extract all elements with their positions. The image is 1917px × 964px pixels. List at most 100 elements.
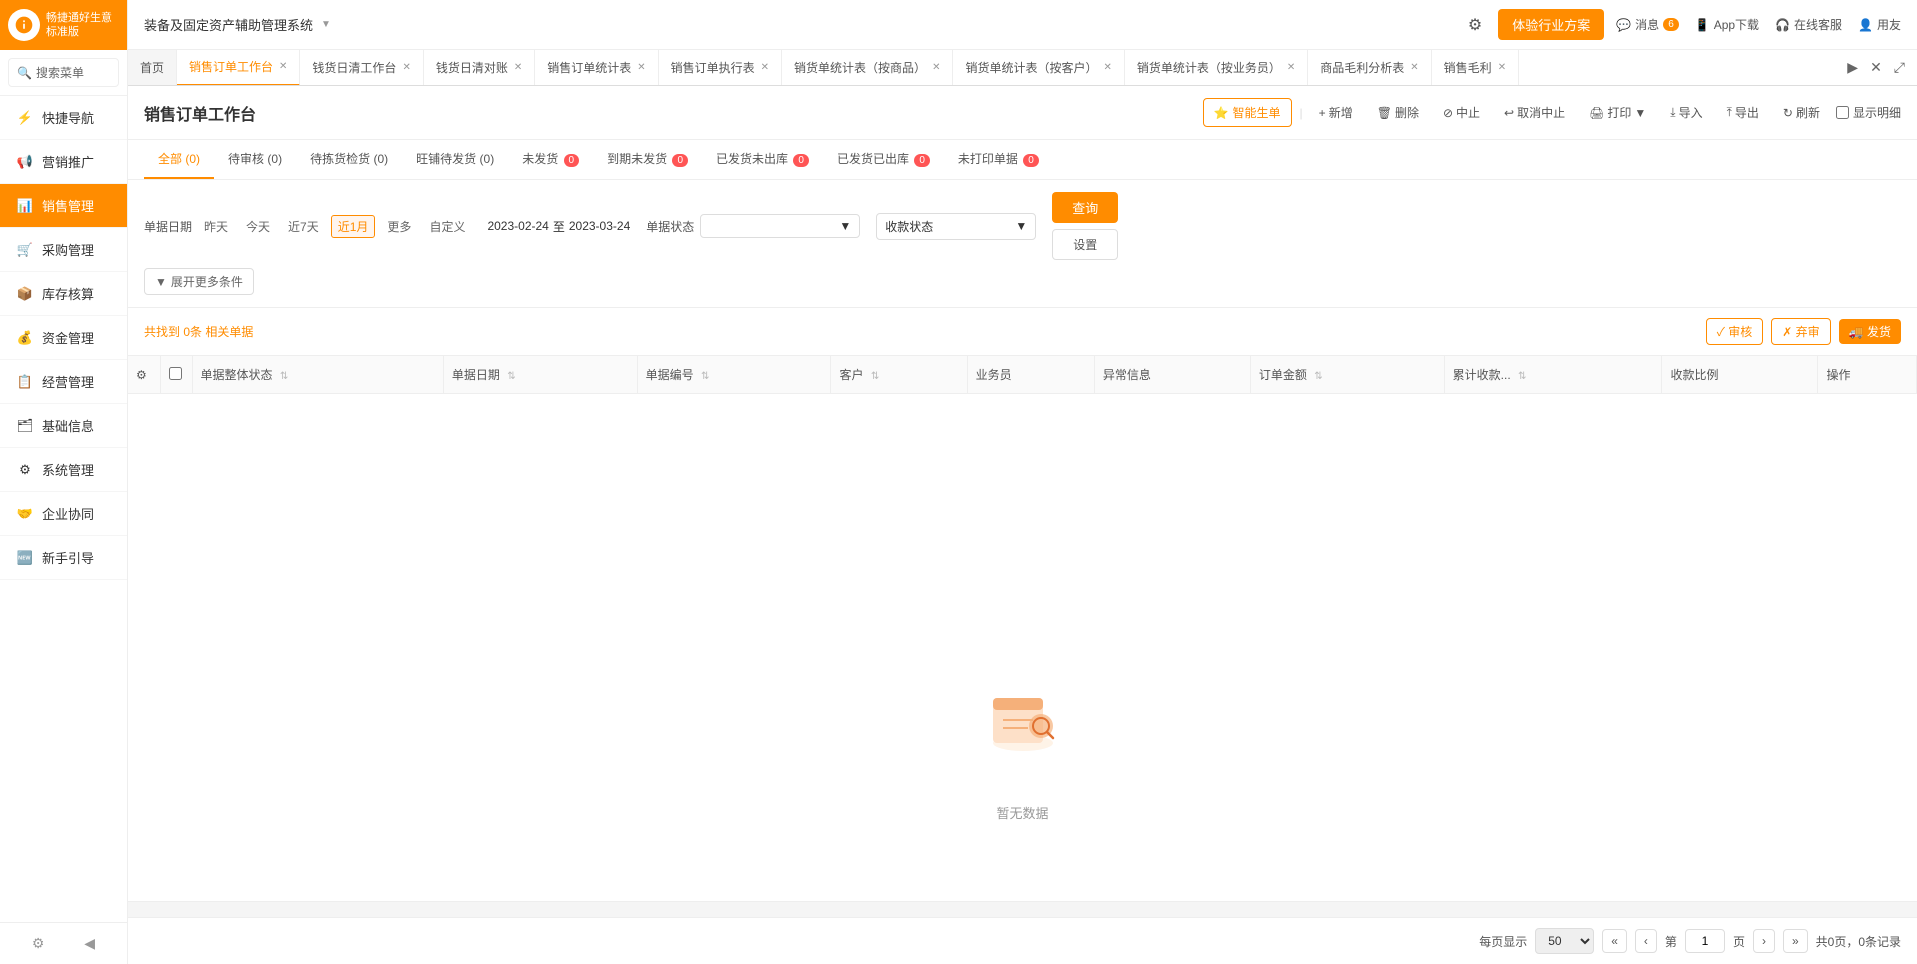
box-icon: 📦 [16,285,34,303]
filter-tab-shipped-out[interactable]: 已发货已出库 0 [823,140,944,179]
message-button[interactable]: 💬 消息 6 [1616,16,1679,33]
th-settings[interactable]: ⚙ [128,356,160,394]
app-download-button[interactable]: 📱 App下载 [1695,16,1759,33]
cancel-stop-button[interactable]: ↩ 取消中止 [1496,100,1573,125]
show-detail-checkbox[interactable]: 显示明细 [1836,104,1901,121]
delete-button[interactable]: 🗑 删除 [1369,100,1427,125]
content-area: 销售订单工作台 ⭐ 智能生单 | + 新增 🗑 删除 ⊘ 中止 [128,86,1917,964]
tab-close-sales-workbench[interactable]: ✕ [279,61,287,72]
tab-home[interactable]: 首页 [128,50,177,86]
sidebar-item-enterprise[interactable]: 🤝 企业协同 [0,492,127,536]
horizontal-scrollbar[interactable] [128,901,1917,917]
filter-tab-not-shipped[interactable]: 未发货 0 [508,140,593,179]
tab-close-sales-summary-product[interactable]: ✕ [932,62,940,73]
filter-tab-pending-review[interactable]: 待审核 (0) [214,140,296,179]
search-menu-button[interactable]: 🔍 搜索菜单 [8,58,119,87]
payment-status-select[interactable]: 收款状态 ▼ [876,213,1036,240]
sidebar-item-basic[interactable]: 🗂 基础信息 [0,404,127,448]
tab-sales-summary-customer[interactable]: 销货单统计表（按客户） ✕ [953,50,1124,86]
export-button[interactable]: ⤒ 导出 [1719,100,1767,125]
page-title: 销售订单工作台 [144,101,256,125]
tab-sales-stats[interactable]: 销售订单统计表 ✕ [535,50,658,86]
refresh-button[interactable]: ↻ 刷新 [1775,100,1828,125]
date-1month-button[interactable]: 近1月 [331,215,376,238]
filter-tab-all[interactable]: 全部 (0) [144,140,214,179]
user-profile-button[interactable]: 👤 用友 [1858,16,1901,33]
tab-close-sales-exec[interactable]: ✕ [761,62,769,73]
sidebar-item-system[interactable]: ⚙ 系统管理 [0,448,127,492]
settings-bottom-button[interactable]: ⚙ [32,935,45,952]
sidebar-item-guide[interactable]: 🆕 新手引导 [0,536,127,580]
smart-generate-button[interactable]: ⭐ 智能生单 [1203,98,1292,127]
online-service-button[interactable]: 🎧 在线客服 [1775,16,1842,33]
tab-sales-revenue[interactable]: 销售毛利 ✕ [1432,50,1519,86]
sidebar-item-purchase[interactable]: 🛒 采购管理 [0,228,127,272]
tab-sales-workbench[interactable]: 销售订单工作台 ✕ [177,50,300,86]
filter-tab-pending-inspect[interactable]: 待拣货检货 (0) [296,140,402,179]
date-custom-button[interactable]: 自定义 [423,216,471,237]
sidebar-item-sales[interactable]: 📊 销售管理 [0,184,127,228]
system-settings-button[interactable]: ⚙ [1464,11,1486,39]
tab-sales-summary-product[interactable]: 销货单统计表（按商品） ✕ [782,50,953,86]
filter-tab-not-printed[interactable]: 未打印单据 0 [944,140,1053,179]
tab-close-all-button[interactable]: ✕ [1866,57,1886,78]
sidebar-logo: 畅捷通好生意 标准版 [0,0,127,50]
th-checkbox[interactable] [160,356,192,394]
tab-close-sales-summary-staff[interactable]: ✕ [1287,62,1295,73]
new-button[interactable]: + 新增 [1311,100,1361,125]
first-page-button[interactable]: « [1602,929,1627,953]
tab-cash-daily[interactable]: 钱货日清工作台 ✕ [300,50,423,86]
tab-fullscreen-button[interactable]: ⤢ [1890,57,1909,78]
tab-close-cash-reconcile[interactable]: ✕ [514,62,522,73]
main-content: 装备及固定资产辅助管理系统 ▼ ⚙ 体验行业方案 💬 消息 6 📱 App下载 … [128,0,1917,964]
stop-button[interactable]: ⊘ 中止 [1435,100,1488,125]
filter-tab-shipped-not-out[interactable]: 已发货未出库 0 [702,140,823,179]
filter-tab-wangpu[interactable]: 旺铺待发货 (0) [402,140,508,179]
phone-icon: 📱 [1695,18,1710,32]
tab-sales-exec[interactable]: 销售订单执行表 ✕ [659,50,782,86]
print-icon: 🖨 [1589,106,1604,120]
sidebar-item-marketing[interactable]: 📢 营销推广 [0,140,127,184]
tab-sales-summary-staff[interactable]: 销货单统计表（按业务员） ✕ [1125,50,1308,86]
tab-close-gross-profit[interactable]: ✕ [1410,62,1418,73]
tab-scroll-right-button[interactable]: ▶ [1843,57,1862,78]
next-page-button[interactable]: › [1753,929,1775,953]
status-select[interactable]: ▼ [700,214,860,238]
date-today-button[interactable]: 今天 [240,216,276,237]
tab-close-sales-revenue[interactable]: ✕ [1498,62,1506,73]
tab-gross-profit[interactable]: 商品毛利分析表 ✕ [1308,50,1431,86]
money-icon: 💰 [16,329,34,347]
set-button[interactable]: 设置 [1052,229,1118,260]
print-button[interactable]: 🖨 打印 ▼ [1581,100,1654,125]
sort-icon: ⇅ [701,371,709,382]
search-icon: 🔍 [17,66,32,80]
trial-button[interactable]: 体验行业方案 [1498,9,1604,40]
audit-button[interactable]: ✓ 审核 [1706,318,1764,345]
prev-page-button[interactable]: ‹ [1635,929,1657,953]
tab-cash-reconcile[interactable]: 钱货日清对账 ✕ [424,50,535,86]
team-icon: 🤝 [16,505,34,523]
stop-icon: ⊘ [1443,106,1453,120]
tab-close-sales-stats[interactable]: ✕ [637,62,645,73]
page-number-input[interactable] [1685,929,1725,953]
date-yesterday-button[interactable]: 昨天 [198,216,234,237]
tab-close-sales-summary-customer[interactable]: ✕ [1103,62,1111,73]
per-page-select[interactable]: 10 20 50 100 [1535,928,1594,954]
th-ratio: 收款比例 [1662,356,1818,394]
sidebar-quick-nav[interactable]: ⚡ 快捷导航 [0,96,127,140]
expand-filters-button[interactable]: ▼ 展开更多条件 [144,268,254,295]
search-filters: 单据日期 昨天 今天 近7天 近1月 更多 自定义 2023-02-24 至 2… [128,180,1917,308]
tab-close-cash-daily[interactable]: ✕ [402,62,410,73]
sidebar-item-operations[interactable]: 📋 经营管理 [0,360,127,404]
collapse-sidebar-button[interactable]: ◀ [84,935,95,952]
date-more-button[interactable]: 更多 [381,216,417,237]
date-7days-button[interactable]: 近7天 [282,216,325,237]
ship-button[interactable]: 🚚 发货 [1839,319,1901,344]
sidebar-item-inventory[interactable]: 📦 库存核算 [0,272,127,316]
sidebar-item-finance[interactable]: 💰 资金管理 [0,316,127,360]
last-page-button[interactable]: » [1783,929,1808,953]
unaudit-button[interactable]: ✗ 弃审 [1771,318,1830,345]
filter-tab-overdue[interactable]: 到期未发货 0 [593,140,702,179]
import-button[interactable]: ⤓ 导入 [1662,100,1710,125]
query-button[interactable]: 查询 [1052,192,1118,223]
